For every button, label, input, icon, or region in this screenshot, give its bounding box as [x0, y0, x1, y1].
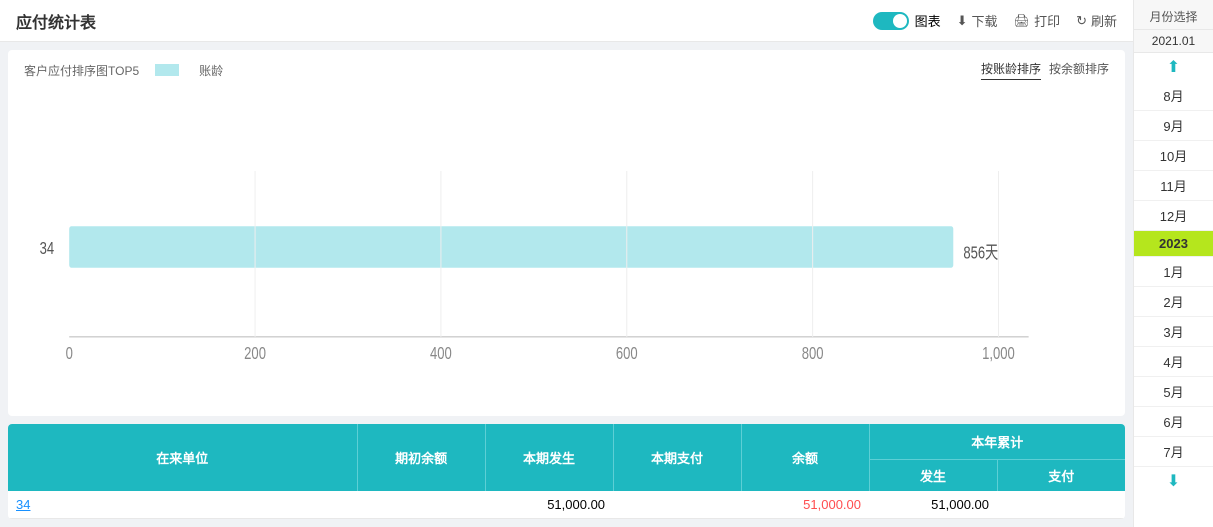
sidebar-year-2023[interactable]: 2023 [1134, 231, 1213, 257]
data-table: 在来单位 期初余额 本期发生 本期支付 余额 本年累计 发生 支付 34 [8, 424, 1125, 519]
sidebar-header: 月份选择 [1134, 0, 1213, 30]
svg-text:0: 0 [66, 344, 73, 363]
table-header-row-1: 在来单位 期初余额 本期发生 本期支付 余额 本年累计 [8, 424, 1125, 460]
sidebar-month-2[interactable]: 2月 [1134, 287, 1213, 317]
refresh-button[interactable]: ↻ 刷新 [1076, 11, 1117, 30]
data-table-wrap: 在来单位 期初余额 本期发生 本期支付 余额 本年累计 发生 支付 34 [8, 424, 1125, 519]
svg-text:1,000: 1,000 [982, 344, 1015, 363]
col-opening: 期初余额 [357, 424, 485, 491]
col-ytd-occur: 发生 [869, 460, 997, 492]
svg-text:200: 200 [244, 344, 266, 363]
sort-buttons: 按账龄排序 按余额排序 [981, 60, 1109, 80]
sidebar-month-5[interactable]: 5月 [1134, 377, 1213, 407]
download-icon: ⬇ [957, 13, 968, 29]
sidebar-month-10[interactable]: 10月 [1134, 141, 1213, 171]
svg-text:600: 600 [616, 344, 638, 363]
sidebar-month-11[interactable]: 11月 [1134, 171, 1213, 201]
col-current-pay: 本期支付 [613, 424, 741, 491]
chart-area: 客户应付排序图TOP5 账龄 按账龄排序 按余额排序 34 856天 [8, 50, 1125, 416]
sort-by-age-button[interactable]: 按账龄排序 [981, 60, 1041, 80]
bar-chart: 34 856天 0 200 400 600 800 [24, 88, 1109, 406]
cell-balance: 51,000.00 [741, 491, 869, 519]
cell-opening [357, 491, 485, 519]
cell-current-occur: 51,000.00 [485, 491, 613, 519]
sidebar-month-4[interactable]: 4月 [1134, 347, 1213, 377]
sidebar-scroll: ⬆ 8月 9月 10月 11月 12月 2023 1月 2月 3月 4月 5月 … [1134, 53, 1213, 527]
legend-color-label: 账龄 [199, 62, 223, 79]
sidebar-month-6[interactable]: 6月 [1134, 407, 1213, 437]
header-actions: 图表 ⬇ 下载 🖨 打印 ↻ 刷新 [873, 11, 1117, 30]
sidebar-month-3[interactable]: 3月 [1134, 317, 1213, 347]
svg-text:856天: 856天 [963, 244, 998, 263]
scroll-up-arrow[interactable]: ⬆ [1134, 53, 1213, 81]
sidebar-year-value[interactable]: 2021.01 [1134, 30, 1213, 53]
download-button[interactable]: ⬇ 下载 [957, 11, 998, 30]
chart-container: 34 856天 0 200 400 600 800 [24, 88, 1109, 406]
col-ytd-pay: 支付 [997, 460, 1125, 492]
sidebar-month-12[interactable]: 12月 [1134, 201, 1213, 231]
sidebar-month-9[interactable]: 9月 [1134, 111, 1213, 141]
sidebar-month-7[interactable]: 7月 [1134, 437, 1213, 467]
chart-toggle-wrap[interactable]: 图表 [873, 11, 941, 30]
table-row: 34 51,000.00 51,000.00 51,000.00 [8, 491, 1125, 519]
cell-current-pay [613, 491, 741, 519]
cell-unit[interactable]: 34 [8, 491, 357, 519]
scroll-down-arrow[interactable]: ⬇ [1134, 467, 1213, 495]
toggle-label: 图表 [915, 11, 941, 30]
chart-toggle[interactable] [873, 12, 909, 30]
cell-ytd-occur: 51,000.00 [869, 491, 997, 519]
sidebar-month-8[interactable]: 8月 [1134, 81, 1213, 111]
month-sidebar: 月份选择 2021.01 ⬆ 8月 9月 10月 11月 12月 2023 1月… [1133, 0, 1213, 527]
chart-legend: 客户应付排序图TOP5 账龄 按账龄排序 按余额排序 [24, 60, 1109, 80]
refresh-icon: ↻ [1076, 13, 1087, 29]
svg-text:800: 800 [802, 344, 824, 363]
sidebar-month-1[interactable]: 1月 [1134, 257, 1213, 287]
svg-text:400: 400 [430, 344, 452, 363]
col-ytd-group: 本年累计 [869, 424, 1125, 460]
col-unit: 在来单位 [8, 424, 357, 491]
page-title: 应付统计表 [16, 9, 96, 33]
sort-by-balance-button[interactable]: 按余额排序 [1049, 60, 1109, 80]
svg-text:34: 34 [40, 239, 55, 258]
cell-ytd-pay [997, 491, 1125, 519]
legend-title: 客户应付排序图TOP5 [24, 62, 139, 79]
legend-color-swatch [155, 64, 179, 76]
col-balance: 余额 [741, 424, 869, 491]
col-current-occur: 本期发生 [485, 424, 613, 491]
print-icon: 🖨 [1014, 13, 1031, 29]
page-header: 应付统计表 图表 ⬇ 下载 🖨 打印 ↻ 刷新 [0, 0, 1133, 42]
print-button[interactable]: 🖨 打印 [1014, 11, 1061, 30]
